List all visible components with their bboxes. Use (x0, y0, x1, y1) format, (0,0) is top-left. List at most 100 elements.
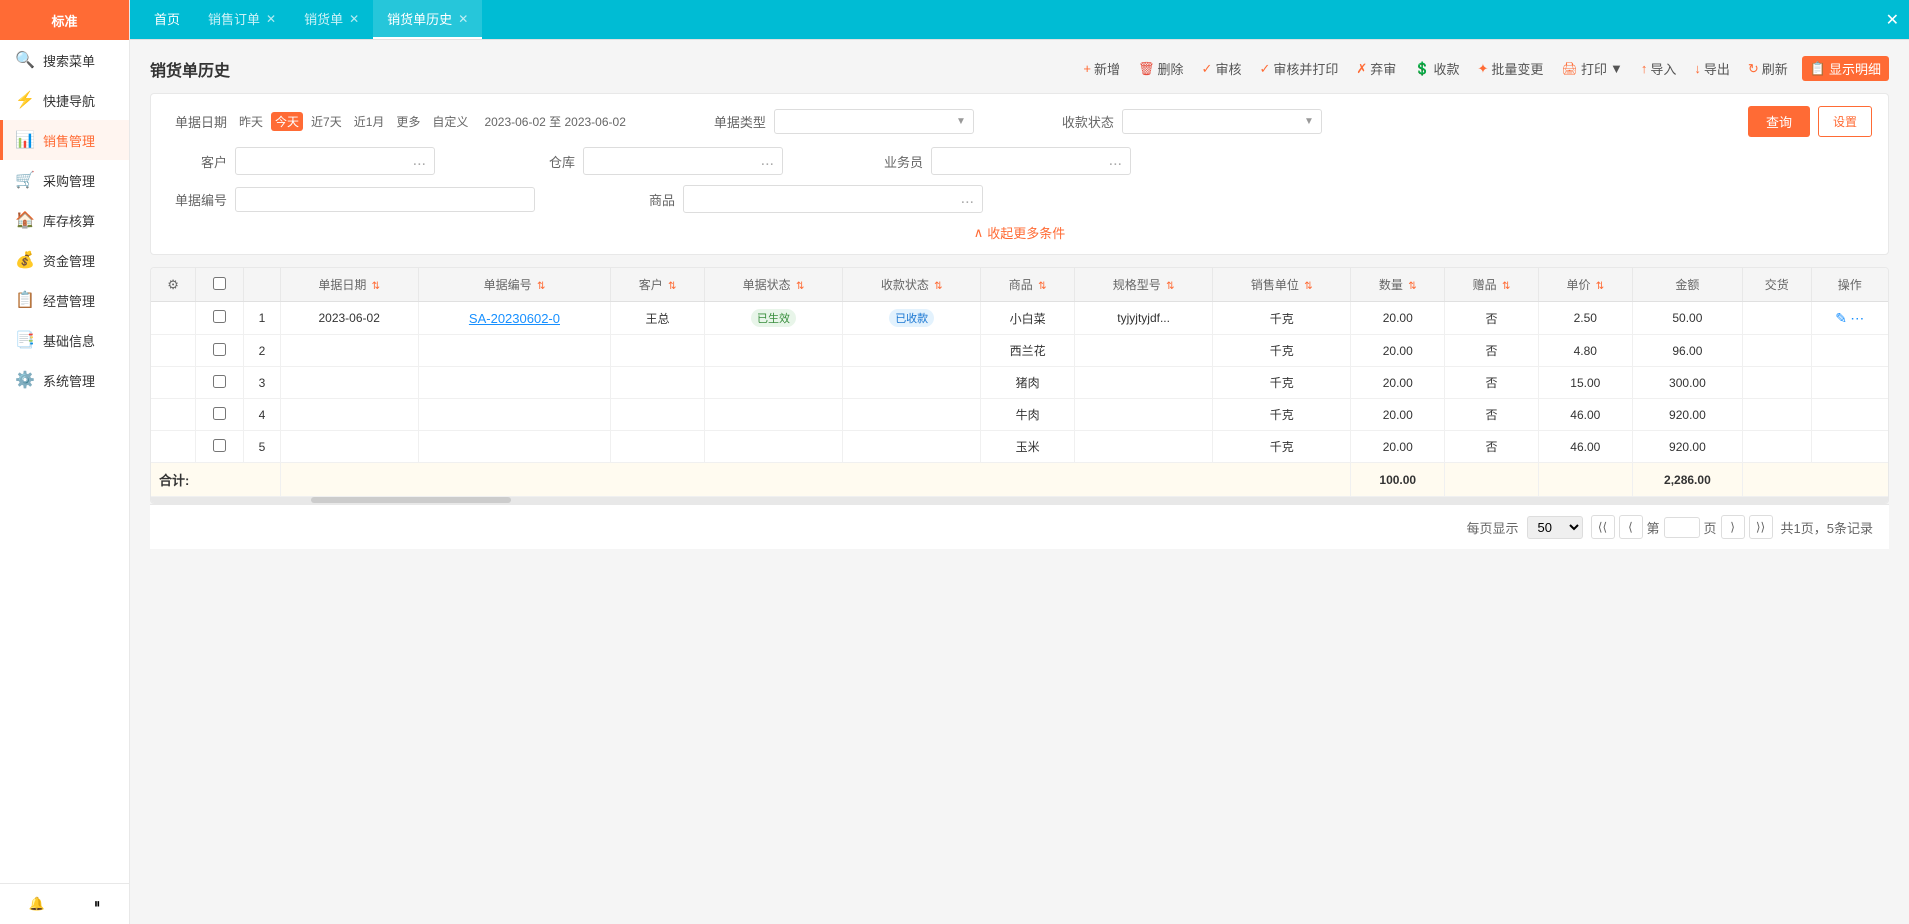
td-doc-date: 2023-06-02 (280, 302, 418, 335)
sidebar-item-purchase[interactable]: 🛒 采购管理 (0, 160, 129, 200)
tab-sales-history[interactable]: 销货单历史 ✕ (373, 0, 482, 39)
audit-print-button[interactable]: ✓ 审核并打印 (1255, 57, 1342, 80)
td-doc-number[interactable] (418, 431, 610, 463)
select-all-checkbox[interactable] (213, 277, 226, 290)
customer-dots[interactable]: ... (413, 152, 426, 170)
horizontal-scrollbar[interactable] (151, 497, 1888, 503)
sidebar-item-inventory-label: 库存核算 (43, 211, 95, 230)
sidebar-pause-icon[interactable]: ⏸ (94, 896, 101, 912)
sidebar-item-quicknav[interactable]: ⚡ 快捷导航 (0, 80, 129, 120)
customer-input[interactable] (244, 154, 413, 168)
refresh-button[interactable]: ↻ 刷新 (1744, 57, 1792, 80)
query-button[interactable]: 查询 (1748, 106, 1810, 137)
sidebar-item-operations[interactable]: 📋 经营管理 (0, 280, 129, 320)
td-action[interactable] (1811, 431, 1888, 463)
td-checkbox[interactable] (196, 335, 244, 367)
sidebar-item-system[interactable]: ⚙️ 系统管理 (0, 360, 129, 400)
customer-label: 客户 (167, 152, 227, 171)
salesperson-input[interactable] (940, 154, 1109, 168)
per-page-select[interactable]: 50 100 (1527, 516, 1583, 539)
th-doc-number[interactable]: 单据编号 ⇅ (418, 268, 610, 302)
td-action[interactable] (1811, 367, 1888, 399)
warehouse-dots[interactable]: ... (761, 152, 774, 170)
set-button[interactable]: 设置 (1818, 106, 1872, 137)
date-shortcut-7days[interactable]: 近7天 (307, 112, 346, 131)
date-shortcut-custom[interactable]: 自定义 (428, 112, 472, 131)
date-shortcut-more[interactable]: 更多 (392, 112, 424, 131)
th-price[interactable]: 单价 ⇅ (1538, 268, 1632, 302)
td-action[interactable]: ✎ ⋯ (1811, 302, 1888, 335)
goods-dots[interactable]: ... (961, 190, 974, 208)
first-page-button[interactable]: ⟨⟨ (1591, 515, 1615, 539)
th-customer[interactable]: 客户 ⇅ (611, 268, 705, 302)
docnumber-input[interactable] (235, 187, 535, 212)
print-button[interactable]: 🖨 打印 ▼ (1557, 57, 1626, 80)
delete-button[interactable]: 🗑 删除 (1134, 57, 1188, 80)
td-doc-number[interactable]: SA-20230602-0 (418, 302, 610, 335)
new-button[interactable]: + 新增 (1079, 57, 1124, 80)
row-checkbox[interactable] (213, 439, 226, 452)
sidebar-item-finance[interactable]: 💰 资金管理 (0, 240, 129, 280)
td-doc-number[interactable] (418, 367, 610, 399)
last-page-button[interactable]: ⟩⟩ (1749, 515, 1773, 539)
th-doc-date[interactable]: 单据日期 ⇅ (280, 268, 418, 302)
show-detail-button[interactable]: 📋 显示明细 (1802, 56, 1889, 81)
operations-icon: 📋 (15, 290, 35, 310)
warehouse-input[interactable] (592, 154, 761, 168)
page-input[interactable]: 1 (1664, 517, 1700, 538)
tab-sales-goods-close[interactable]: ✕ (349, 12, 359, 26)
tab-sales-goods[interactable]: 销货单 ✕ (290, 0, 373, 39)
th-qty[interactable]: 数量 ⇅ (1351, 268, 1445, 302)
date-shortcut-1month[interactable]: 近1月 (350, 112, 389, 131)
td-doc-number[interactable] (418, 399, 610, 431)
sidebar-item-search[interactable]: 🔍 搜索菜单 (0, 40, 129, 80)
td-action[interactable] (1811, 335, 1888, 367)
sidebar-notification-icon[interactable]: 🔔 (29, 896, 45, 912)
row-checkbox[interactable] (213, 343, 226, 356)
td-checkbox[interactable] (196, 431, 244, 463)
audit-button[interactable]: ✓ 审核 (1198, 57, 1246, 80)
td-doc-number[interactable] (418, 335, 610, 367)
tab-home[interactable]: 首页 (140, 0, 194, 39)
th-payment-status[interactable]: 收款状态 ⇅ (843, 268, 981, 302)
date-shortcut-today[interactable]: 今天 (271, 112, 303, 131)
next-page-button[interactable]: ⟩ (1721, 515, 1745, 539)
tab-sales-history-close[interactable]: ✕ (458, 12, 468, 26)
th-checkbox[interactable] (196, 268, 244, 302)
th-settings[interactable]: ⚙ (151, 268, 196, 302)
doc-number-link[interactable]: SA-20230602-0 (469, 311, 560, 326)
tab-sales-order-close[interactable]: ✕ (266, 12, 276, 26)
date-shortcut-yesterday[interactable]: 昨天 (235, 112, 267, 131)
edit-icon[interactable]: ✎ (1835, 310, 1847, 326)
sidebar-item-basic[interactable]: 📑 基础信息 (0, 320, 129, 360)
collect-button[interactable]: 💲 收款 (1410, 57, 1463, 80)
abandon-button[interactable]: ✗ 弃审 (1352, 57, 1400, 80)
more-icon[interactable]: ⋯ (1850, 310, 1864, 326)
scrollbar-thumb[interactable] (311, 497, 511, 503)
th-goods[interactable]: 商品 ⇅ (981, 268, 1075, 302)
th-unit[interactable]: 销售单位 ⇅ (1213, 268, 1351, 302)
th-gift[interactable]: 赠品 ⇅ (1445, 268, 1539, 302)
th-doc-status[interactable]: 单据状态 ⇅ (704, 268, 842, 302)
export-button[interactable]: ↓ 导出 (1690, 57, 1734, 80)
row-checkbox[interactable] (213, 310, 226, 323)
salesperson-dots[interactable]: ... (1109, 152, 1122, 170)
row-checkbox[interactable] (213, 375, 226, 388)
sidebar-item-inventory[interactable]: 🏠 库存核算 (0, 200, 129, 240)
th-spec[interactable]: 规格型号 ⇅ (1075, 268, 1213, 302)
td-action[interactable] (1811, 399, 1888, 431)
batch-change-button[interactable]: ✦ 批量变更 (1474, 57, 1548, 80)
row-checkbox[interactable] (213, 407, 226, 420)
td-checkbox[interactable] (196, 399, 244, 431)
td-checkbox[interactable] (196, 367, 244, 399)
tab-sales-order[interactable]: 销售订单 ✕ (194, 0, 290, 39)
goods-input[interactable] (692, 192, 961, 206)
td-checkbox[interactable] (196, 302, 244, 335)
prev-page-button[interactable]: ⟨ (1619, 515, 1643, 539)
import-button[interactable]: ↑ 导入 (1637, 57, 1681, 80)
collapse-button[interactable]: ∧ 收起更多条件 (167, 223, 1872, 242)
tab-close-all[interactable]: ✕ (1886, 10, 1899, 30)
payment-select[interactable] (1122, 109, 1322, 134)
doctype-select[interactable] (774, 109, 974, 134)
sidebar-item-sales[interactable]: 📊 销售管理 (0, 120, 129, 160)
